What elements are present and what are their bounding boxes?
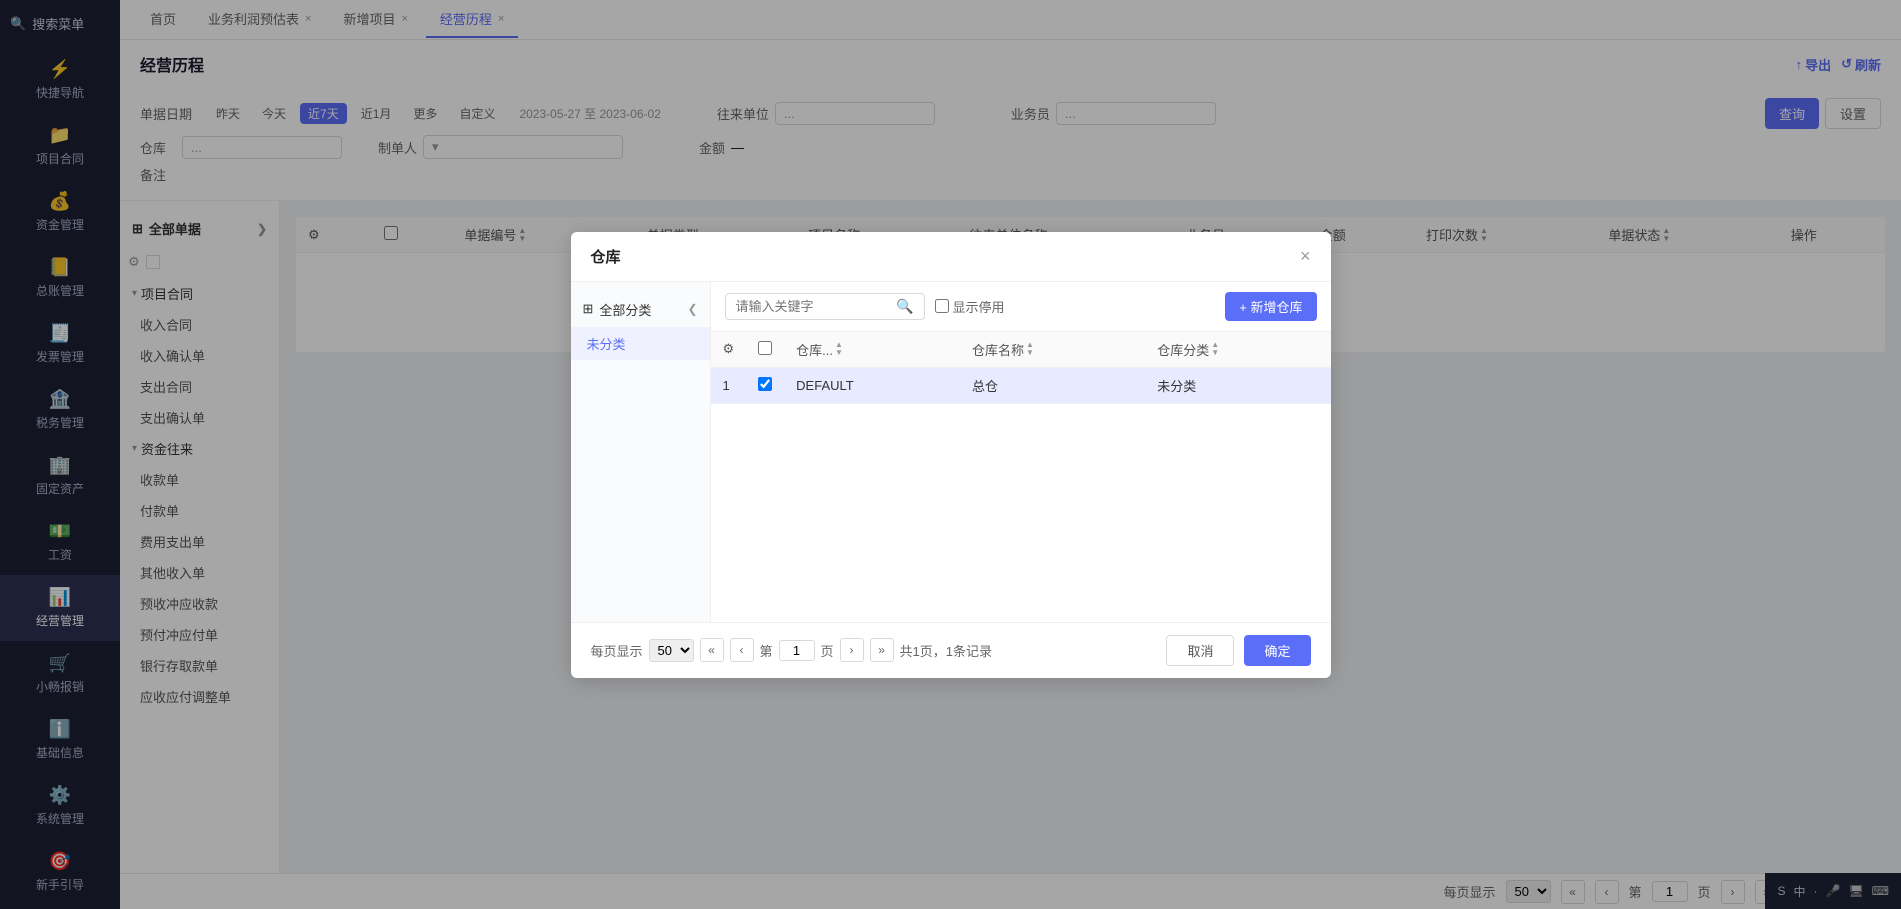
modal-per-page-label: 每页显示	[591, 641, 643, 660]
warehouse-table-row[interactable]: 1 DEFAULT 总仓 未分类	[711, 367, 1331, 403]
row-checkbox[interactable]	[746, 367, 784, 403]
modal-page-number-input[interactable]	[779, 640, 815, 661]
modal-body: ⊞ 全部分类 ❮ 未分类 🔍 显示停用	[571, 282, 1331, 622]
modal-sidebar-all-category[interactable]: ⊞ 全部分类 ❮	[571, 292, 710, 327]
modal-main: 🔍 显示停用 + 新增仓库 ⚙	[711, 282, 1331, 622]
row-name: 总仓	[960, 367, 1145, 403]
modal-sidebar-uncategorized[interactable]: 未分类	[571, 327, 710, 360]
modal-total-text: 共1页，1条记录	[900, 641, 992, 660]
modal-overlay: 仓库 × ⊞ 全部分类 ❮ 未分类	[0, 0, 1901, 909]
modal-page-btn-last[interactable]: »	[870, 638, 894, 662]
modal-search-input[interactable]	[736, 299, 891, 314]
row-code: DEFAULT	[784, 367, 960, 403]
show-disabled-text: 显示停用	[953, 297, 1005, 316]
modal-sidebar-collapse[interactable]: ❮	[687, 302, 697, 316]
modal-page-label: 页	[821, 641, 834, 660]
modal-table: ⚙ 仓库... ▲▼ 仓库名称	[711, 332, 1331, 622]
modal-confirm-button[interactable]: 确定	[1244, 635, 1310, 666]
modal-page-btn-next[interactable]: ›	[840, 638, 864, 662]
modal-col-code: 仓库... ▲▼	[784, 332, 960, 368]
modal-col-category: 仓库分类 ▲▼	[1145, 332, 1330, 368]
modal-sidebar-all-label: 全部分类	[599, 300, 651, 319]
modal-per-page-select[interactable]: 50	[649, 639, 694, 662]
show-disabled-label[interactable]: 显示停用	[935, 297, 1005, 316]
modal-footer: 每页显示 50 « ‹ 第 页 › » 共1页，1条记录 取消 确定	[571, 622, 1331, 678]
modal-sidebar-uncategorized-label: 未分类	[587, 337, 626, 352]
row-category: 未分类	[1145, 367, 1330, 403]
modal-col-settings[interactable]: ⚙	[711, 332, 747, 368]
add-warehouse-button[interactable]: + 新增仓库	[1225, 292, 1316, 321]
modal-close-button[interactable]: ×	[1300, 246, 1311, 267]
modal-page-btn-first[interactable]: «	[700, 638, 724, 662]
modal-col-checkbox[interactable]	[746, 332, 784, 368]
search-icon-modal[interactable]: 🔍	[896, 298, 913, 315]
warehouse-table: ⚙ 仓库... ▲▼ 仓库名称	[711, 332, 1331, 404]
modal-sidebar: ⊞ 全部分类 ❮ 未分类	[571, 282, 711, 622]
row-id: 1	[711, 367, 747, 403]
warehouse-modal: 仓库 × ⊞ 全部分类 ❮ 未分类	[571, 232, 1331, 678]
show-disabled-checkbox[interactable]	[935, 299, 949, 313]
modal-toolbar: 🔍 显示停用 + 新增仓库	[711, 282, 1331, 332]
modal-header: 仓库 ×	[571, 232, 1331, 282]
modal-page-label-pre: 第	[760, 641, 773, 660]
modal-search-box[interactable]: 🔍	[725, 293, 925, 320]
modal-pagination: 每页显示 50 « ‹ 第 页 › » 共1页，1条记录	[591, 638, 993, 662]
modal-page-btn-prev[interactable]: ‹	[730, 638, 754, 662]
modal-col-name: 仓库名称 ▲▼	[960, 332, 1145, 368]
grid-icon-modal: ⊞	[583, 301, 594, 317]
modal-cancel-button[interactable]: 取消	[1166, 635, 1234, 666]
modal-title: 仓库	[591, 246, 621, 267]
modal-actions: 取消 确定	[1166, 635, 1310, 666]
